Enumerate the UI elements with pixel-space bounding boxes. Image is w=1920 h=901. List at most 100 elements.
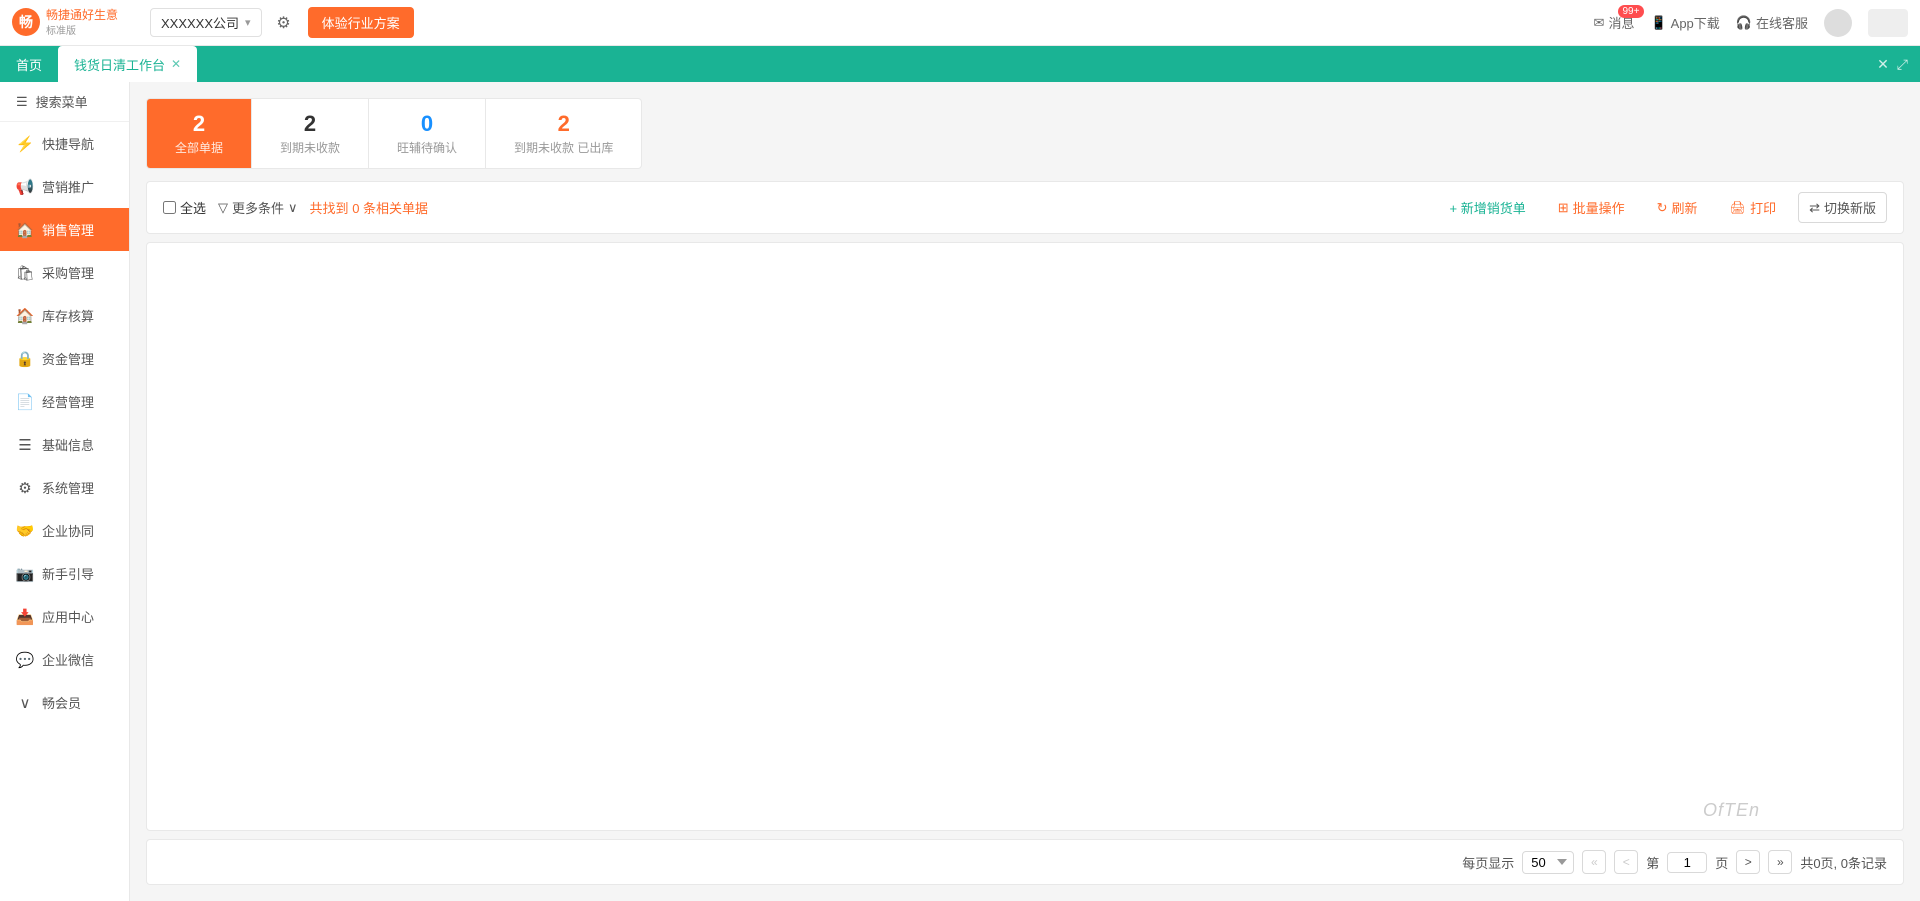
message-icon: ✉ bbox=[1594, 15, 1605, 31]
sidebar-item-label: 企业微信 bbox=[42, 650, 94, 669]
search-menu-item[interactable]: ☰ 搜索菜单 bbox=[0, 82, 129, 122]
quick-nav-icon: ⚡ bbox=[16, 135, 34, 153]
filter-icon: ▽ bbox=[218, 200, 228, 216]
refresh-icon: ↻ bbox=[1657, 200, 1668, 216]
app-download-button[interactable]: 📱 App下载 bbox=[1650, 13, 1719, 32]
sidebar-item-label: 新手引导 bbox=[42, 564, 94, 583]
tab-bar: 首页 钱货日清工作台 ✕ ✕ ⤢ bbox=[0, 46, 1920, 82]
top-header: 畅 畅捷通好生意 标准版 XXXXXX公司 ▾ ⚙ 体验行业方案 ✉ 消息 99… bbox=[0, 0, 1920, 46]
sidebar-item-marketing[interactable]: 📢 营销推广 bbox=[0, 165, 129, 208]
newbie-icon: 📷 bbox=[16, 565, 34, 583]
stat-count-overdue: 2 bbox=[280, 111, 340, 137]
online-service-button[interactable]: 🎧 在线客服 bbox=[1736, 13, 1808, 32]
filter-button[interactable]: ▽ 更多条件 ∨ bbox=[218, 198, 298, 217]
stat-label-overdue: 到期未收款 bbox=[280, 139, 340, 156]
sidebar-item-label: 系统管理 bbox=[42, 478, 94, 497]
count-text: 共找到 bbox=[310, 201, 349, 216]
refresh-label: 刷新 bbox=[1672, 198, 1698, 217]
print-button[interactable]: 🖨 打印 bbox=[1720, 193, 1787, 222]
prev-page-button[interactable]: < bbox=[1614, 850, 1638, 874]
sidebar-item-label: 销售管理 bbox=[42, 220, 94, 239]
stat-tab-all[interactable]: 2 全部单据 bbox=[147, 99, 252, 168]
add-sale-button[interactable]: + 新增销货单 bbox=[1439, 193, 1535, 222]
page-label: 第 bbox=[1646, 853, 1659, 872]
message-button[interactable]: ✉ 消息 99+ bbox=[1594, 13, 1635, 32]
sidebar-item-label: 采购管理 bbox=[42, 263, 94, 282]
chevron-down-icon: ▾ bbox=[245, 16, 251, 29]
toolbar-right: + 新增销货单 ⊞ 批量操作 ↻ 刷新 🖨 打印 ⇄ 切换新版 bbox=[1439, 192, 1887, 223]
tab-workbench[interactable]: 钱货日清工作台 ✕ bbox=[58, 46, 197, 82]
stat-tab-overdue-out[interactable]: 2 到期未收款 已出库 bbox=[486, 99, 641, 168]
pagination-bar: 每页显示 20 50 100 « < 第 页 > » 共0页, 0条记录 bbox=[146, 839, 1904, 885]
sidebar-item-label: 经营管理 bbox=[42, 392, 94, 411]
stat-label-wangpu: 旺辅待确认 bbox=[397, 139, 457, 156]
sidebar-item-label: 畅会员 bbox=[42, 693, 81, 712]
per-page-select[interactable]: 20 50 100 bbox=[1522, 851, 1574, 874]
stat-count-wangpu: 0 bbox=[397, 111, 457, 137]
sidebar-item-enterprise-collab[interactable]: 🤝 企业协同 bbox=[0, 509, 129, 552]
close-tab-action[interactable]: ✕ bbox=[1877, 56, 1889, 73]
enterprise-wechat-icon: 💬 bbox=[16, 651, 34, 669]
sidebar: ☰ 搜索菜单 ⚡ 快捷导航 📢 营销推广 🏠 销售管理 🛍 采购管理 🏠 库存核… bbox=[0, 82, 130, 901]
finance-icon: 🔒 bbox=[16, 350, 34, 368]
sidebar-item-quick-nav[interactable]: ⚡ 快捷导航 bbox=[0, 122, 129, 165]
switch-version-button[interactable]: ⇄ 切换新版 bbox=[1798, 192, 1887, 223]
headset-icon: 🎧 bbox=[1736, 15, 1752, 31]
stat-tab-wangpu[interactable]: 0 旺辅待确认 bbox=[369, 99, 486, 168]
trial-button[interactable]: 体验行业方案 bbox=[308, 7, 414, 38]
sidebar-item-operations[interactable]: 📄 经营管理 bbox=[0, 380, 129, 423]
tab-bar-actions: ✕ ⤢ bbox=[1877, 56, 1920, 73]
page-unit: 页 bbox=[1715, 853, 1728, 872]
switch-label: 切换新版 bbox=[1824, 198, 1876, 217]
select-all-checkbox[interactable]: 全选 bbox=[163, 198, 206, 217]
app-download-label: App下载 bbox=[1671, 13, 1720, 32]
stat-label-all: 全部单据 bbox=[175, 139, 223, 156]
search-icon: ☰ bbox=[16, 94, 28, 110]
sidebar-item-inventory[interactable]: 🏠 库存核算 bbox=[0, 294, 129, 337]
header-right: ✉ 消息 99+ 📱 App下载 🎧 在线客服 bbox=[1594, 9, 1908, 37]
select-all-input[interactable] bbox=[163, 201, 176, 214]
last-page-button[interactable]: » bbox=[1768, 850, 1792, 874]
sidebar-item-label: 快捷导航 bbox=[42, 134, 94, 153]
sidebar-item-sales[interactable]: 🏠 销售管理 bbox=[0, 208, 129, 251]
expand-tab-action[interactable]: ⤢ bbox=[1897, 56, 1908, 73]
operations-icon: 📄 bbox=[16, 393, 34, 411]
purchase-icon: 🛍 bbox=[16, 264, 34, 282]
print-icon: 🖨 bbox=[1730, 200, 1747, 216]
sidebar-item-label: 应用中心 bbox=[42, 607, 94, 626]
avatar[interactable] bbox=[1824, 9, 1852, 37]
vip-icon: ∨ bbox=[16, 694, 34, 712]
tab-home-label: 首页 bbox=[16, 55, 42, 74]
sidebar-item-enterprise-wechat[interactable]: 💬 企业微信 bbox=[0, 638, 129, 681]
tab-close-icon[interactable]: ✕ bbox=[171, 57, 181, 71]
system-icon: ⚙ bbox=[16, 479, 34, 497]
settings-button[interactable]: ⚙ bbox=[270, 9, 298, 37]
sidebar-item-system[interactable]: ⚙ 系统管理 bbox=[0, 466, 129, 509]
logo-line1: 畅捷通好生意 bbox=[46, 8, 118, 22]
stat-tab-overdue[interactable]: 2 到期未收款 bbox=[252, 99, 369, 168]
sidebar-item-label: 库存核算 bbox=[42, 306, 94, 325]
stat-label-overdue-out: 到期未收款 已出库 bbox=[514, 139, 613, 156]
page-input[interactable] bbox=[1667, 852, 1707, 873]
sidebar-item-app-center[interactable]: 📥 应用中心 bbox=[0, 595, 129, 638]
batch-operation-button[interactable]: ⊞ 批量操作 bbox=[1548, 193, 1635, 222]
phone-icon: 📱 bbox=[1650, 15, 1666, 31]
logo-icon: 畅 bbox=[12, 8, 40, 36]
count-value: 0 bbox=[352, 201, 359, 216]
sidebar-item-basic-info[interactable]: ☰ 基础信息 bbox=[0, 423, 129, 466]
sidebar-item-vip[interactable]: ∨ 畅会员 bbox=[0, 681, 129, 724]
basic-info-icon: ☰ bbox=[16, 436, 34, 454]
next-page-button[interactable]: > bbox=[1736, 850, 1760, 874]
marketing-icon: 📢 bbox=[16, 178, 34, 196]
switch-icon: ⇄ bbox=[1809, 200, 1820, 216]
logo-text-area: 畅捷通好生意 标准版 bbox=[46, 8, 118, 37]
first-page-button[interactable]: « bbox=[1582, 850, 1606, 874]
company-selector[interactable]: XXXXXX公司 ▾ bbox=[150, 8, 262, 37]
tab-home[interactable]: 首页 bbox=[0, 46, 58, 82]
sidebar-item-purchase[interactable]: 🛍 采购管理 bbox=[0, 251, 129, 294]
sidebar-item-newbie[interactable]: 📷 新手引导 bbox=[0, 552, 129, 595]
enterprise-collab-icon: 🤝 bbox=[16, 522, 34, 540]
refresh-button[interactable]: ↻ 刷新 bbox=[1647, 193, 1708, 222]
stat-count-all: 2 bbox=[175, 111, 223, 137]
sidebar-item-finance[interactable]: 🔒 资金管理 bbox=[0, 337, 129, 380]
